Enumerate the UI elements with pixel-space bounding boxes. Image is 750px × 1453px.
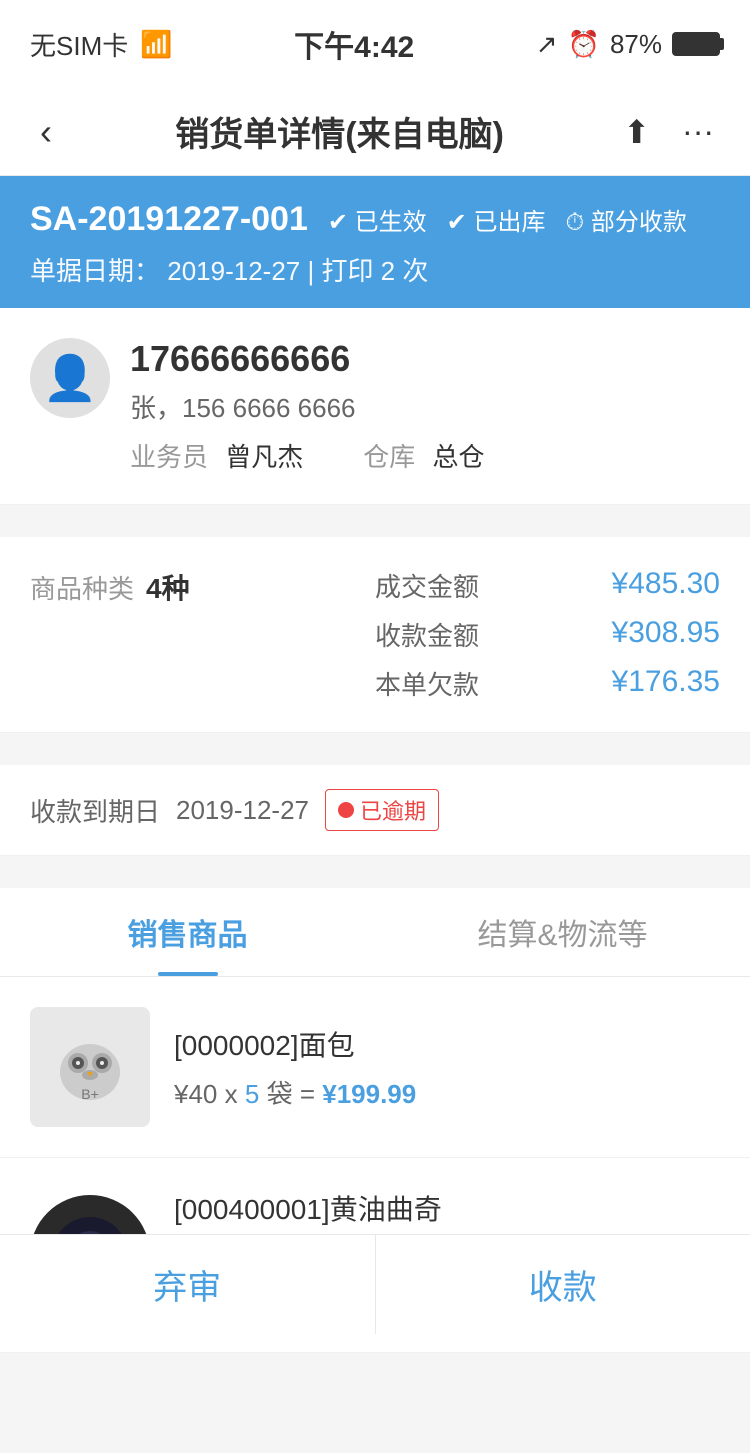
warehouse-value: 总仓 [433,442,485,472]
divider-3 [0,856,750,872]
status-left: 无SIM卡 📶 [30,26,173,63]
avatar-icon: 👤 [43,352,98,404]
carrier-text: 无SIM卡 [30,26,128,63]
product-name: [0000002]面包 [174,1024,720,1064]
status-time: 下午4:42 [294,22,414,66]
transaction-label: 成交金额 [375,567,479,604]
bottom-spacer [0,1353,750,1453]
product-info: [0000002]面包 ¥40 x 5 袋 = ¥199.99 [174,1024,720,1111]
product-unit: 袋 [267,1079,293,1109]
share-button[interactable]: ⬆ [617,107,656,157]
battery-text: 87% [610,29,662,60]
warehouse-label: 仓库 [363,442,415,472]
due-date-section: 收款到期日 2019-12-27 已逾期 [0,765,750,856]
tab-sales-products-label: 销售商品 [128,910,248,954]
avatar: 👤 [30,338,110,418]
battery-icon [672,32,720,56]
badge-partial-payment: ⏱ 部分收款 [565,202,686,237]
categories-label: 商品种类 [30,569,134,606]
status-bar: 无SIM卡 📶 下午4:42 ↗ ⏰ 87% [0,0,750,88]
bottom-bar: 弃审 收款 [0,1234,750,1334]
tab-sales-products[interactable]: 销售商品 [0,888,375,976]
nav-bar: ‹ 销货单详情(来自电脑) ⬆ ··· [0,88,750,176]
owed-row: 本单欠款 ¥176.35 [375,665,720,702]
order-date-value: 2019-12-27 [167,256,300,286]
product-name: [000400001]黄油曲奇 [174,1188,720,1228]
tab-settlement[interactable]: 结算&物流等 [375,888,750,976]
order-print-info: | 打印 2 次 [307,256,428,286]
overdue-text: 已逾期 [360,794,426,826]
transaction-row: 成交金额 ¥485.30 [375,567,720,604]
badge-shipped: ✔ 已出库 [447,202,546,237]
back-button[interactable]: ‹ [30,101,62,163]
product-unit-price: ¥40 [174,1079,217,1109]
status-right: ↗ ⏰ 87% [536,29,720,60]
overdue-dot-icon [338,802,354,818]
summary-amounts: 成交金额 ¥485.30 收款金额 ¥308.95 本单欠款 ¥176.35 [375,567,720,702]
wifi-icon: 📶 [140,29,172,60]
product-total: ¥199.99 [322,1079,416,1109]
tab-settlement-label: 结算&物流等 [477,910,647,954]
divider-1 [0,505,750,521]
categories-count: 4种 [146,567,190,607]
order-date-label: 单据日期： [30,256,160,286]
collect-payment-button[interactable]: 收款 [376,1235,750,1334]
summary-section: 商品种类 4种 成交金额 ¥485.30 收款金额 ¥308.95 本单欠款 ¥… [0,537,750,733]
owl-icon: B+ [50,1027,130,1107]
summary-categories: 商品种类 4种 [30,567,375,702]
received-value: ¥308.95 [612,616,720,653]
nav-actions: ⬆ ··· [617,107,720,157]
received-row: 收款金额 ¥308.95 [375,616,720,653]
due-date-value: 2019-12-27 [176,795,309,826]
cancel-review-label: 弃审 [153,1260,221,1309]
tabs-row: 销售商品 结算&物流等 [0,888,750,976]
received-label: 收款金额 [375,616,479,653]
divider-2 [0,733,750,749]
sales-value: 曾凡杰 [225,442,303,472]
customer-section: 👤 17666666666 张，156 6666 6666 业务员 曾凡杰 仓库… [0,308,750,505]
customer-name: 17666666666 [130,338,720,380]
customer-info: 17666666666 张，156 6666 6666 业务员 曾凡杰 仓库 总… [130,338,720,474]
more-button[interactable]: ··· [676,107,720,156]
badge-effective: ✔ 已生效 [328,202,427,237]
due-date-label: 收款到期日 [30,792,160,829]
product-thumbnail: B+ [30,1007,150,1127]
sales-label: 业务员 [130,442,208,472]
transaction-value: ¥485.30 [612,567,720,604]
svg-text:B+: B+ [81,1086,99,1102]
table-row: B+ [0000002]面包 ¥40 x 5 袋 = ¥199.99 [0,977,750,1158]
owed-label: 本单欠款 [375,665,479,702]
product-price: ¥40 x 5 袋 = ¥199.99 [174,1074,720,1111]
tabs-section: 销售商品 结算&物流等 [0,888,750,977]
order-id: SA-20191227-001 [30,200,308,239]
overdue-badge: 已逾期 [325,789,439,831]
location-icon: ↗ [536,29,558,60]
customer-meta: 业务员 曾凡杰 仓库 总仓 [130,437,720,474]
order-header: SA-20191227-001 ✔ 已生效 ✔ 已出库 ⏱ 部分收款 单据日期：… [0,176,750,308]
product-qty: 5 [245,1079,259,1109]
customer-phone: 张，156 6666 6666 [130,388,720,425]
page-title: 销货单详情(来自电脑) [175,107,504,156]
owed-value: ¥176.35 [612,665,720,702]
alarm-icon: ⏰ [568,29,600,60]
cancel-review-button[interactable]: 弃审 [0,1235,376,1334]
collect-payment-label: 收款 [529,1260,597,1309]
